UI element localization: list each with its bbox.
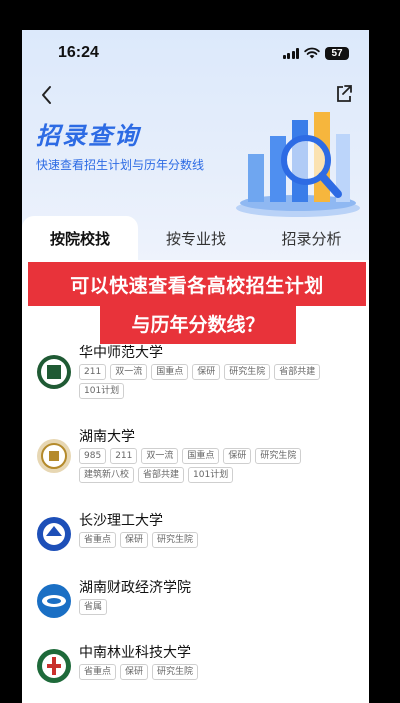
status-time: 16:24: [58, 44, 99, 61]
tab-by-school[interactable]: 按院校找: [22, 216, 138, 260]
app-screen: 16:24 57 招录查询 快速查看招生计划与历年分数线 按院校找 按专业找 招…: [22, 30, 369, 703]
tab-admission-analysis[interactable]: 招录分析: [254, 216, 369, 260]
tag: 101计划: [79, 383, 125, 399]
tag: 研究生院: [152, 532, 199, 548]
tag-list: 211 双一流 国重点 保研 研究生院 省部共建 101计划: [79, 364, 341, 399]
tag-list: 省属: [79, 599, 341, 615]
tag: 保研: [192, 364, 221, 380]
tag: 国重点: [182, 448, 220, 464]
tag-list: 985 211 双一流 国重点 保研 研究生院 建筑新八校 省部共建 101计划: [79, 448, 341, 483]
tag: 研究生院: [224, 364, 271, 380]
tag: 省重点: [79, 664, 117, 680]
wifi-icon: [304, 47, 320, 59]
tag: 保研: [120, 532, 149, 548]
caption-banner-line-1: 可以快速查看各高校招生计划: [28, 262, 366, 306]
tab-bar: 按院校找 按专业找 招录分析: [22, 216, 369, 260]
university-logo-icon: [37, 584, 71, 618]
page-title: 招录查询: [36, 122, 140, 150]
tag: 建筑新八校: [79, 467, 135, 483]
tag: 双一流: [110, 364, 148, 380]
tag-list: 省重点 保研 研究生院: [79, 532, 341, 548]
tag: 保研: [223, 448, 252, 464]
tag: 省重点: [79, 532, 117, 548]
tab-by-major[interactable]: 按专业找: [138, 216, 254, 260]
university-name: 中南林业科技大学: [79, 645, 191, 661]
tag: 省部共建: [274, 364, 321, 380]
status-icons: 57: [282, 46, 349, 60]
chart-magnifier-illustration: [236, 112, 360, 217]
back-arrow-icon[interactable]: [36, 82, 58, 108]
university-name: 华中师范大学: [79, 345, 163, 361]
university-logo-icon: [37, 649, 71, 683]
tag: 研究生院: [255, 448, 302, 464]
university-logo-icon: [37, 355, 71, 389]
page-subtitle: 快速查看招生计划与历年分数线: [36, 158, 205, 172]
tag: 国重点: [151, 364, 189, 380]
university-logo-icon: [37, 517, 71, 551]
tag: 保研: [120, 664, 149, 680]
caption-banner-line-2: 与历年分数线？: [100, 302, 296, 344]
battery-icon: 57: [325, 46, 349, 60]
tag: 211: [79, 364, 107, 380]
tag-list: 省重点 保研 研究生院: [79, 664, 341, 680]
university-name: 湖南大学: [79, 429, 135, 445]
university-name: 湖南财政经济学院: [79, 580, 191, 596]
tag: 研究生院: [152, 664, 199, 680]
tag: 985: [79, 448, 107, 464]
signal-icon: [282, 47, 299, 59]
status-bar: 16:24 57: [22, 30, 369, 76]
tag: 省属: [79, 599, 108, 615]
tag: 双一流: [141, 448, 179, 464]
tag: 省部共建: [138, 467, 185, 483]
university-logo-icon: [37, 439, 71, 473]
tag: 211: [110, 448, 138, 464]
tag: 101计划: [188, 467, 234, 483]
university-name: 长沙理工大学: [79, 513, 163, 529]
